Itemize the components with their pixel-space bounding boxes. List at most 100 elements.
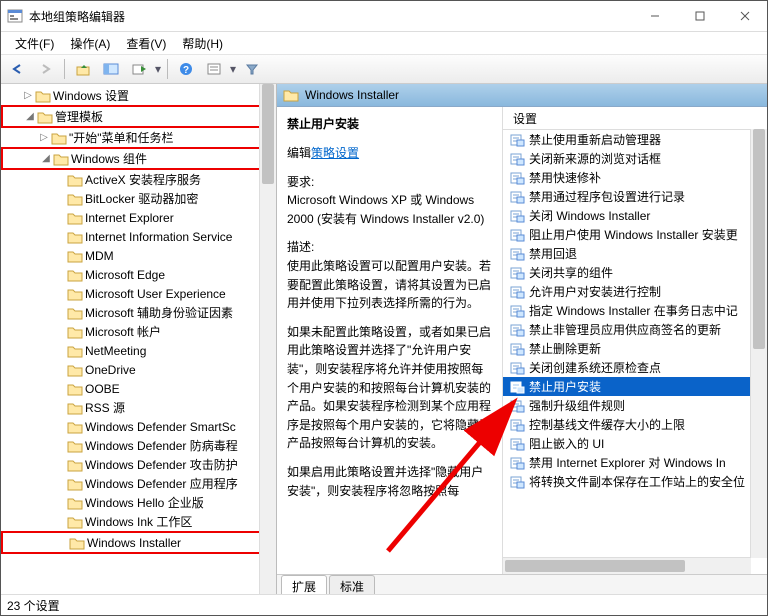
settings-row[interactable]: 禁止删除更新 bbox=[503, 339, 767, 358]
description-label: 描述: bbox=[287, 240, 314, 254]
settings-row[interactable]: 禁用通过程序包设置进行记录 bbox=[503, 187, 767, 206]
folder-icon bbox=[35, 89, 51, 103]
edit-policy-link[interactable]: 策略设置 bbox=[311, 146, 359, 160]
properties-dropdown[interactable]: ▾ bbox=[229, 62, 237, 76]
twisty-icon[interactable]: ◢ bbox=[39, 153, 53, 164]
toolbar: ▾ ? ▾ bbox=[1, 55, 767, 84]
tree-node-item[interactable]: Windows Defender 应用程序 bbox=[1, 474, 276, 493]
folder-icon bbox=[67, 287, 83, 301]
settings-row[interactable]: 将转换文件副本保存在工作站上的安全位 bbox=[503, 472, 767, 491]
settings-row[interactable]: 禁止用户安装 bbox=[503, 377, 767, 396]
tree-node-item[interactable]: NetMeeting bbox=[1, 341, 276, 360]
settings-row[interactable]: 关闭共享的组件 bbox=[503, 263, 767, 282]
twisty-icon[interactable]: ▷ bbox=[37, 132, 51, 143]
tree-label: BitLocker 驱动器加密 bbox=[83, 190, 198, 207]
tree-label: Windows Hello 企业版 bbox=[83, 494, 204, 511]
tree-node-item[interactable]: Microsoft User Experience bbox=[1, 284, 276, 303]
tree-node-item[interactable]: MDM bbox=[1, 246, 276, 265]
folder-icon bbox=[67, 211, 83, 225]
tree-node-item[interactable]: Windows Installer bbox=[1, 531, 276, 554]
properties-button[interactable] bbox=[201, 57, 227, 81]
tree-node-item[interactable]: Windows Hello 企业版 bbox=[1, 493, 276, 512]
settings-row[interactable]: 关闭 Windows Installer bbox=[503, 206, 767, 225]
settings-row[interactable]: 关闭新来源的浏览对话框 bbox=[503, 149, 767, 168]
tree-label: Windows Installer bbox=[85, 536, 181, 550]
folder-icon bbox=[67, 382, 83, 396]
nav-back-button[interactable] bbox=[5, 57, 31, 81]
tree-node-windows-settings[interactable]: ▷Windows 设置 bbox=[1, 86, 276, 105]
description-p2: 如果未配置此策略设置，或者如果已启用此策略设置并选择了"允许用户安装"，则安装程… bbox=[287, 323, 492, 453]
tree-node-item[interactable]: Microsoft Edge bbox=[1, 265, 276, 284]
settings-row[interactable]: 关闭创建系统还原检查点 bbox=[503, 358, 767, 377]
tree-node-item[interactable]: OneDrive bbox=[1, 360, 276, 379]
tab-extended[interactable]: 扩展 bbox=[281, 575, 327, 595]
show-hide-tree-button[interactable] bbox=[98, 57, 124, 81]
up-folder-button[interactable] bbox=[70, 57, 96, 81]
settings-row[interactable]: 禁止使用重新启动管理器 bbox=[503, 130, 767, 149]
menu-view[interactable]: 查看(V) bbox=[118, 33, 174, 54]
export-button[interactable] bbox=[126, 57, 152, 81]
settings-row[interactable]: 阻止嵌入的 UI bbox=[503, 434, 767, 453]
setting-label: 禁用快速修补 bbox=[529, 169, 601, 186]
folder-icon bbox=[67, 344, 83, 358]
tree-node-item[interactable]: RSS 源 bbox=[1, 398, 276, 417]
settings-row[interactable]: 强制升级组件规则 bbox=[503, 396, 767, 415]
settings-row[interactable]: 禁用快速修补 bbox=[503, 168, 767, 187]
settings-row[interactable]: 禁止非管理员应用供应商签名的更新 bbox=[503, 320, 767, 339]
tree-node-windows-components[interactable]: ◢Windows 组件 bbox=[1, 147, 276, 170]
folder-icon bbox=[67, 496, 83, 510]
tree-node-item[interactable]: Internet Information Service bbox=[1, 227, 276, 246]
tree-node-admin-templates[interactable]: ◢管理模板 bbox=[1, 105, 276, 128]
tree-node-item[interactable]: ActiveX 安装程序服务 bbox=[1, 170, 276, 189]
tree-node-item[interactable]: Internet Explorer bbox=[1, 208, 276, 227]
setting-label: 禁用通过程序包设置进行记录 bbox=[529, 188, 685, 205]
tree-node-item[interactable]: BitLocker 驱动器加密 bbox=[1, 189, 276, 208]
tab-standard[interactable]: 标准 bbox=[329, 575, 375, 595]
list-scrollbar-horizontal[interactable] bbox=[503, 557, 751, 574]
nav-forward-button[interactable] bbox=[33, 57, 59, 81]
settings-column-header[interactable]: 设置 bbox=[503, 107, 767, 130]
settings-row[interactable]: 控制基线文件缓存大小的上限 bbox=[503, 415, 767, 434]
settings-row[interactable]: 禁用 Internet Explorer 对 Windows In bbox=[503, 453, 767, 472]
setting-label: 关闭 Windows Installer bbox=[529, 207, 650, 224]
setting-icon bbox=[509, 209, 525, 223]
tree-node-item[interactable]: Windows Ink 工作区 bbox=[1, 512, 276, 531]
tree-node-item[interactable]: OOBE bbox=[1, 379, 276, 398]
tree-node-item[interactable]: Microsoft 帐户 bbox=[1, 322, 276, 341]
folder-icon bbox=[67, 249, 83, 263]
settings-row[interactable]: 指定 Windows Installer 在事务日志中记 bbox=[503, 301, 767, 320]
tree-node-item[interactable]: Microsoft 辅助身份验证因素 bbox=[1, 303, 276, 322]
tree-label: Microsoft 帐户 bbox=[83, 323, 161, 340]
tree-label: Windows Defender 攻击防护 bbox=[83, 456, 238, 473]
view-tabs: 扩展 标准 bbox=[277, 574, 767, 595]
export-dropdown[interactable]: ▾ bbox=[154, 62, 162, 76]
setting-label: 禁用 Internet Explorer 对 Windows In bbox=[529, 454, 726, 471]
maximize-button[interactable] bbox=[677, 1, 722, 31]
help-button[interactable]: ? bbox=[173, 57, 199, 81]
tree-scrollbar[interactable] bbox=[259, 84, 276, 595]
tree-node-item[interactable]: Windows Defender 防病毒程 bbox=[1, 436, 276, 455]
settings-row[interactable]: 禁用回退 bbox=[503, 244, 767, 263]
minimize-button[interactable] bbox=[632, 1, 677, 31]
menu-help[interactable]: 帮助(H) bbox=[174, 33, 231, 54]
settings-row[interactable]: 阻止用户使用 Windows Installer 安装更 bbox=[503, 225, 767, 244]
setting-label: 禁止非管理员应用供应商签名的更新 bbox=[529, 321, 721, 338]
tree-node-item[interactable]: Windows Defender SmartSc bbox=[1, 417, 276, 436]
twisty-icon[interactable]: ◢ bbox=[23, 111, 37, 122]
tree-node-start-taskbar[interactable]: ▷"开始"菜单和任务栏 bbox=[1, 128, 276, 147]
menu-action[interactable]: 操作(A) bbox=[62, 33, 118, 54]
settings-row[interactable]: 允许用户对安装进行控制 bbox=[503, 282, 767, 301]
content-header: Windows Installer bbox=[277, 84, 767, 107]
menu-file[interactable]: 文件(F) bbox=[7, 33, 62, 54]
folder-icon bbox=[69, 536, 85, 550]
list-scrollbar-vertical[interactable] bbox=[750, 129, 767, 558]
selected-policy-title: 禁止用户安装 bbox=[287, 115, 492, 132]
twisty-icon[interactable]: ▷ bbox=[21, 90, 35, 101]
tree-label: Internet Explorer bbox=[83, 211, 174, 225]
close-button[interactable] bbox=[722, 1, 767, 31]
filter-button[interactable] bbox=[239, 57, 265, 81]
folder-icon bbox=[67, 401, 83, 415]
tree-node-item[interactable]: Windows Defender 攻击防护 bbox=[1, 455, 276, 474]
setting-label: 关闭新来源的浏览对话框 bbox=[529, 150, 661, 167]
folder-icon bbox=[67, 230, 83, 244]
